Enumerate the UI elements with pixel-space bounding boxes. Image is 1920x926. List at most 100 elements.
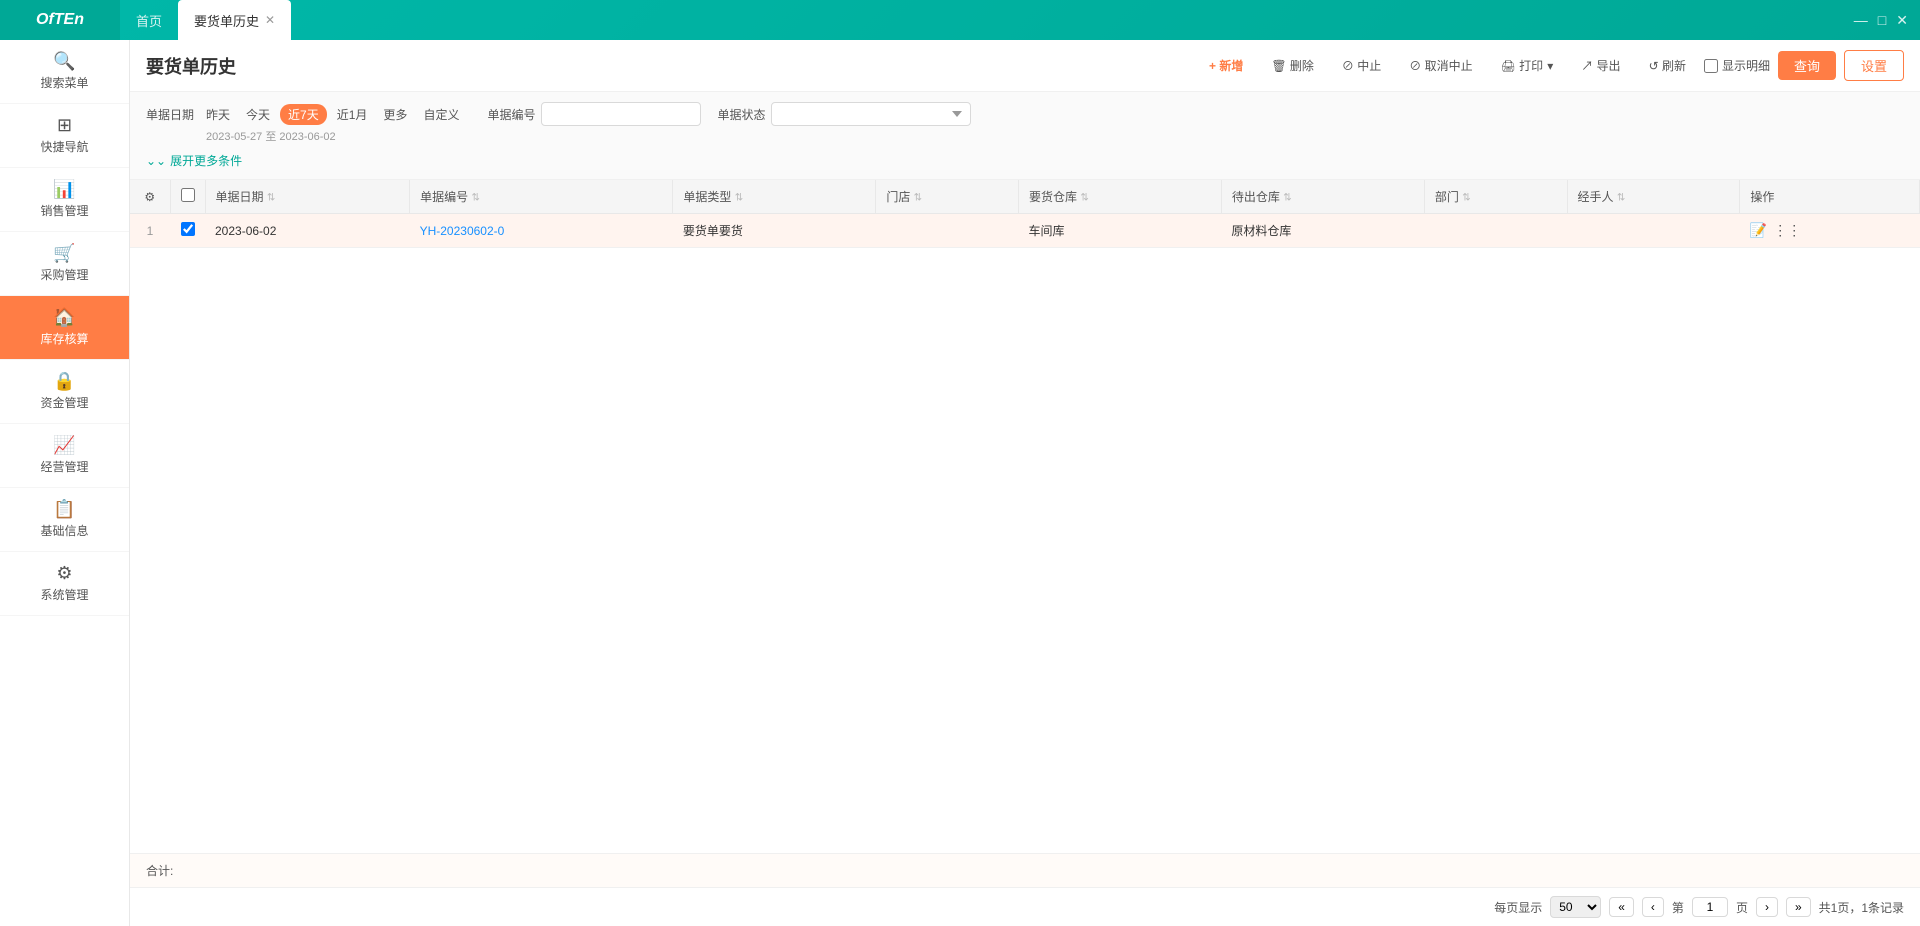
tab-purchase-history[interactable]: 要货单历史 ✕ — [178, 0, 291, 40]
minimize-button[interactable]: — — [1854, 12, 1868, 28]
export-button[interactable]: ↗ 导出 — [1571, 52, 1630, 79]
tab-home-label: 首页 — [136, 11, 162, 30]
col-handler[interactable]: 经手人 ⇅ — [1567, 180, 1740, 214]
col-handler-label: 经手人 — [1578, 190, 1614, 204]
date-btn-yesterday[interactable]: 昨天 — [200, 104, 236, 125]
row-edit-button[interactable]: 📝 — [1750, 222, 1767, 239]
last-page-button[interactable]: » — [1786, 897, 1811, 917]
sales-mgmt-icon: 📊 — [53, 180, 75, 198]
sidebar-item-inventory[interactable]: 🏠 库存核算 — [0, 296, 129, 360]
sidebar-item-finance[interactable]: 🔒 资金管理 — [0, 360, 129, 424]
col-doc-date[interactable]: 单据日期 ⇅ — [205, 180, 410, 214]
col-doc-date-label: 单据日期 — [216, 190, 264, 204]
new-button[interactable]: + 新增 — [1199, 52, 1253, 79]
date-btn-7days[interactable]: 近7天 — [280, 104, 327, 125]
col-req-warehouse-sort-icon: ⇅ — [1080, 192, 1088, 203]
date-btn-custom[interactable]: 自定义 — [417, 104, 465, 125]
date-btn-today[interactable]: 今天 — [240, 104, 276, 125]
expand-more-label: 展开更多条件 — [170, 152, 242, 169]
table-wrapper: ⚙ 单据日期 ⇅ 单据编号 ⇅ 单据类型 — [130, 180, 1920, 853]
display-detail-toggle[interactable]: 显示明细 — [1704, 57, 1770, 74]
search-menu-icon: 🔍 — [53, 52, 75, 70]
content-area: 要货单历史 + 新增 🗑 删除 ⊘ 中止 ⊘ 取消中止 🖨 打印 ▾ ↗ 导出 … — [130, 40, 1920, 926]
col-action-label: 操作 — [1750, 190, 1774, 204]
col-doc-type[interactable]: 单据类型 ⇅ — [673, 180, 876, 214]
page-size-label: 每页显示 — [1494, 899, 1542, 916]
date-btn-more[interactable]: 更多 — [377, 104, 413, 125]
col-doc-no[interactable]: 单据编号 ⇅ — [410, 180, 673, 214]
window-close-button[interactable]: ✕ — [1896, 12, 1908, 29]
sidebar-item-basic-info[interactable]: 📋 基础信息 — [0, 488, 129, 552]
print-button[interactable]: 🖨 打印 ▾ — [1491, 52, 1564, 79]
delete-button[interactable]: 🗑 删除 — [1261, 52, 1324, 79]
filter-row: 单据日期 昨天 今天 近7天 近1月 更多 自定义 单据编号 — [146, 102, 1904, 126]
row-req-warehouse: 车间库 — [1018, 214, 1221, 248]
tab-purchase-history-label: 要货单历史 — [194, 11, 259, 30]
system-mgmt-icon: ⚙ — [56, 564, 72, 582]
top-bar-tabs: 首页 要货单历史 ✕ — [120, 0, 1854, 40]
page-size-select[interactable]: 50 20 100 200 — [1550, 896, 1601, 918]
display-detail-checkbox[interactable] — [1704, 59, 1718, 73]
top-bar: OfTEn 首页 要货单历史 ✕ — □ ✕ — [0, 0, 1920, 40]
doc-no-input[interactable] — [541, 102, 701, 126]
settings-button[interactable]: 设置 — [1844, 50, 1904, 81]
total-info: 共1页，1条记录 — [1819, 899, 1904, 916]
col-store[interactable]: 门店 ⇅ — [876, 180, 1019, 214]
table-row[interactable]: 1 2023-06-02 YH-20230602-0 要货单要货 车间库 原材料… — [130, 214, 1920, 248]
operations-icon: 📈 — [53, 436, 75, 454]
pagination-bar: 每页显示 50 20 100 200 « ‹ 第 页 › » 共1页，1条记录 — [130, 887, 1920, 926]
brand-text: OfTEn — [36, 11, 84, 29]
sidebar-item-operations[interactable]: 📈 经营管理 — [0, 424, 129, 488]
refresh-button[interactable]: ↺ 刷新 — [1639, 52, 1696, 79]
sidebar-item-system-mgmt[interactable]: ⚙ 系统管理 — [0, 552, 129, 616]
page-number-input[interactable] — [1692, 897, 1728, 917]
sidebar: 🔍 搜索菜单 ⊞ 快捷导航 📊 销售管理 🛒 采购管理 🏠 库存核算 🔒 资金管… — [0, 40, 130, 926]
status-label: 单据状态 — [717, 106, 765, 123]
toolbar: + 新增 🗑 删除 ⊘ 中止 ⊘ 取消中止 🖨 打印 ▾ ↗ 导出 ↺ 刷新 显… — [1199, 50, 1904, 81]
sidebar-item-quick-nav-label: 快捷导航 — [40, 138, 88, 155]
col-req-warehouse[interactable]: 要货仓库 ⇅ — [1018, 180, 1221, 214]
col-settings[interactable]: ⚙ — [130, 180, 170, 214]
status-select[interactable] — [771, 102, 971, 126]
col-checkbox — [170, 180, 205, 214]
stop-button[interactable]: ⊘ 中止 — [1332, 52, 1391, 79]
expand-more-button[interactable]: ⌄⌄ 展开更多条件 — [146, 152, 1904, 169]
sidebar-item-sales-mgmt[interactable]: 📊 销售管理 — [0, 168, 129, 232]
col-doc-no-sort-icon: ⇅ — [471, 192, 479, 203]
doc-no-label: 单据编号 — [487, 106, 535, 123]
page-title: 要货单历史 — [146, 53, 236, 79]
row-more-button[interactable]: ⋮⋮ — [1773, 222, 1801, 239]
doc-no-filter: 单据编号 — [487, 102, 701, 126]
row-checkbox[interactable] — [170, 214, 205, 248]
status-filter: 单据状态 — [717, 102, 971, 126]
tab-home[interactable]: 首页 — [120, 0, 178, 40]
basic-info-icon: 📋 — [53, 500, 75, 518]
query-button[interactable]: 查询 — [1778, 51, 1836, 80]
sidebar-item-operations-label: 经营管理 — [40, 458, 88, 475]
maximize-button[interactable]: □ — [1878, 12, 1886, 28]
doc-no-link[interactable]: YH-20230602-0 — [420, 224, 505, 238]
col-department-sort-icon: ⇅ — [1462, 192, 1470, 203]
row-doc-type: 要货单要货 — [673, 214, 876, 248]
col-pending-warehouse[interactable]: 待出仓库 ⇅ — [1221, 180, 1424, 214]
first-page-button[interactable]: « — [1609, 897, 1634, 917]
select-all-checkbox[interactable] — [181, 188, 195, 202]
purchase-mgmt-icon: 🛒 — [53, 244, 75, 262]
sidebar-item-quick-nav[interactable]: ⊞ 快捷导航 — [0, 104, 129, 168]
date-quick-btns: 昨天 今天 近7天 近1月 更多 自定义 — [200, 104, 465, 125]
col-doc-type-label: 单据类型 — [683, 190, 731, 204]
col-department-label: 部门 — [1435, 190, 1459, 204]
next-page-button[interactable]: › — [1756, 897, 1778, 917]
inventory-icon: 🏠 — [53, 308, 75, 326]
sidebar-item-purchase-mgmt[interactable]: 🛒 采购管理 — [0, 232, 129, 296]
sidebar-item-search-menu[interactable]: 🔍 搜索菜单 — [0, 40, 129, 104]
col-store-label: 门店 — [886, 190, 910, 204]
col-department[interactable]: 部门 ⇅ — [1424, 180, 1567, 214]
prev-page-button[interactable]: ‹ — [1642, 897, 1664, 917]
date-btn-1month[interactable]: 近1月 — [331, 104, 374, 125]
row-doc-date: 2023-06-02 — [205, 214, 410, 248]
cancel-stop-button[interactable]: ⊘ 取消中止 — [1399, 52, 1482, 79]
sidebar-item-purchase-mgmt-label: 采购管理 — [40, 266, 88, 283]
tab-close-icon[interactable]: ✕ — [265, 13, 275, 27]
table-header-row: ⚙ 单据日期 ⇅ 单据编号 ⇅ 单据类型 — [130, 180, 1920, 214]
